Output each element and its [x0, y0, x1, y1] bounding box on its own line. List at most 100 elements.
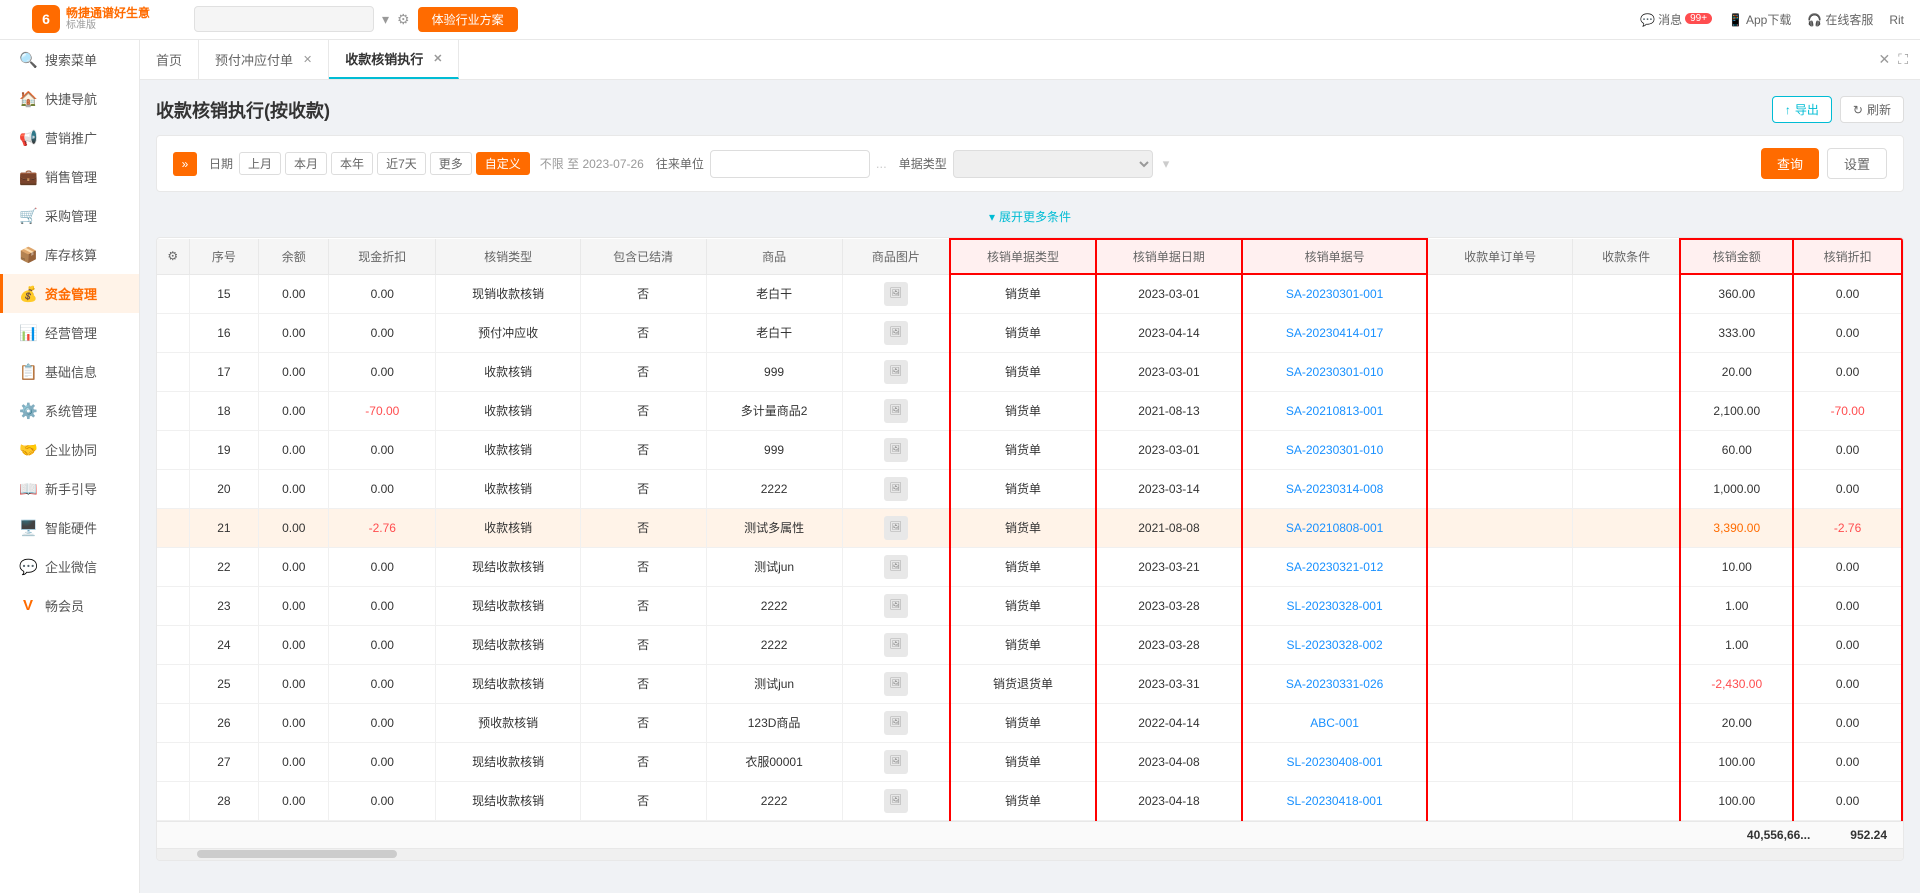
tab-collection[interactable]: 收款核销执行 ✕ — [329, 40, 459, 79]
sidebar-item-basic[interactable]: 📋 基础信息 — [0, 352, 139, 391]
query-button[interactable]: 查询 — [1761, 148, 1819, 179]
cell-verify-bill-no[interactable]: SA-20210808-001 — [1242, 508, 1427, 547]
cell-verify-bill-type: 销货单 — [950, 703, 1096, 742]
settings-icon[interactable]: ⚙ — [397, 11, 410, 28]
th-verify-discount: 核销折扣 — [1793, 239, 1902, 274]
th-verify-bill-date: 核销单据日期 — [1096, 239, 1242, 274]
cell-verify-bill-no[interactable]: SA-20230314-008 — [1242, 469, 1427, 508]
cell-verify-discount: 0.00 — [1793, 274, 1902, 313]
close-tab-icon[interactable]: ✕ — [1878, 51, 1890, 68]
cell-verify-bill-type: 销货单 — [950, 625, 1096, 664]
sidebar-item-wechat[interactable]: 💬 企业微信 — [0, 547, 139, 586]
bill-no-link[interactable]: SA-20210808-001 — [1286, 521, 1383, 535]
sidebar-item-member[interactable]: V 畅会员 — [0, 586, 139, 625]
cell-collection-condition — [1572, 703, 1680, 742]
hardware-icon: 🖥️ — [19, 519, 37, 537]
bill-no-link[interactable]: SA-20230301-001 — [1286, 287, 1383, 301]
cell-verify-bill-no[interactable]: SL-20230328-001 — [1242, 586, 1427, 625]
user-name[interactable]: Rit — [1889, 13, 1904, 27]
export-button[interactable]: ↑ 导出 — [1772, 96, 1832, 123]
cell-verify-bill-no[interactable]: SA-20210813-001 — [1242, 391, 1427, 430]
expand-more-button[interactable]: ▾ 展开更多条件 — [156, 204, 1904, 229]
refresh-button[interactable]: ↻ 刷新 — [1840, 96, 1904, 123]
filter-more[interactable]: 更多 — [430, 152, 472, 175]
tab-prepay[interactable]: 预付冲应付单 ✕ — [199, 40, 329, 79]
bill-no-link[interactable]: ABC-001 — [1310, 716, 1359, 730]
goods-thumbnail: 🖼 — [884, 438, 908, 462]
bill-no-link[interactable]: SA-20230414-017 — [1286, 326, 1383, 340]
bill-no-link[interactable]: SA-20230314-008 — [1286, 482, 1383, 496]
bill-no-link[interactable]: SL-20230328-001 — [1287, 599, 1383, 613]
cell-verify-bill-no[interactable]: SA-20230301-010 — [1242, 352, 1427, 391]
sidebar-item-quicknav[interactable]: 🏠 快捷导航 — [0, 79, 139, 118]
cell-goods-img: 🖼 — [842, 586, 950, 625]
sidebar-item-operation[interactable]: 📊 经营管理 — [0, 313, 139, 352]
cell-verify-bill-no[interactable]: ABC-001 — [1242, 703, 1427, 742]
sidebar-item-purchase[interactable]: 🛒 采购管理 — [0, 196, 139, 235]
th-verify-bill-type: 核销单据类型 — [950, 239, 1096, 274]
cell-verify-bill-no[interactable]: SA-20230321-012 — [1242, 547, 1427, 586]
basic-icon: 📋 — [19, 363, 37, 381]
filter-bill-type-select[interactable] — [953, 150, 1153, 178]
bill-no-link[interactable]: SA-20230321-012 — [1286, 560, 1383, 574]
cell-verify-bill-no[interactable]: SA-20230301-001 — [1242, 274, 1427, 313]
table-row: 20 0.00 0.00 收款核销 否 2222 🖼 销货单 2023-03-1… — [157, 469, 1902, 508]
filter-this-month[interactable]: 本月 — [285, 152, 327, 175]
table-row: 28 0.00 0.00 现结收款核销 否 2222 🖼 销货单 2023-04… — [157, 781, 1902, 820]
bill-no-link[interactable]: SL-20230418-001 — [1287, 794, 1383, 808]
cell-collection-order-no — [1427, 781, 1572, 820]
message-area[interactable]: 💬 消息 99+ — [1640, 11, 1712, 28]
tab-close-prepay[interactable]: ✕ — [303, 53, 312, 66]
tab-close-collection[interactable]: ✕ — [433, 52, 442, 65]
sidebar-item-fund[interactable]: 💰 资金管理 — [0, 274, 139, 313]
operation-icon: 📊 — [19, 324, 37, 342]
settings-button[interactable]: 设置 — [1827, 148, 1887, 179]
h-scrollbar[interactable] — [157, 848, 1903, 860]
cell-verify-bill-no[interactable]: SA-20230331-026 — [1242, 664, 1427, 703]
cell-cash-discount: 0.00 — [329, 352, 436, 391]
bill-no-link[interactable]: SA-20230331-026 — [1286, 677, 1383, 691]
sidebar-item-collab[interactable]: 🤝 企业协同 — [0, 430, 139, 469]
filter-expand-button[interactable]: » — [173, 152, 197, 176]
cell-seq: 16 — [189, 313, 259, 352]
bill-no-link[interactable]: SL-20230408-001 — [1287, 755, 1383, 769]
filter-custom[interactable]: 自定义 — [476, 152, 530, 175]
sidebar-item-sales[interactable]: 💼 销售管理 — [0, 157, 139, 196]
sidebar-item-inventory[interactable]: 📦 库存核算 — [0, 235, 139, 274]
online-service[interactable]: 🎧 在线客服 — [1807, 11, 1873, 28]
cell-verify-bill-type: 销货单 — [950, 313, 1096, 352]
cell-verify-bill-no[interactable]: SA-20230301-010 — [1242, 430, 1427, 469]
sidebar-item-marketing[interactable]: 📢 营销推广 — [0, 118, 139, 157]
sidebar-item-hardware[interactable]: 🖥️ 智能硬件 — [0, 508, 139, 547]
bill-no-link[interactable]: SL-20230328-002 — [1287, 638, 1383, 652]
filter-this-year[interactable]: 本年 — [331, 152, 373, 175]
cell-verify-bill-no[interactable]: SL-20230418-001 — [1242, 781, 1427, 820]
bill-no-link[interactable]: SA-20230301-010 — [1286, 365, 1383, 379]
h-scrollbar-thumb[interactable] — [197, 850, 397, 858]
th-settings[interactable]: ⚙ — [157, 239, 189, 274]
cell-verify-bill-no[interactable]: SL-20230328-002 — [1242, 625, 1427, 664]
maximize-icon[interactable]: ⛶ — [1898, 51, 1908, 68]
table-row: 24 0.00 0.00 现结收款核销 否 2222 🖼 销货单 2023-03… — [157, 625, 1902, 664]
filter-7days[interactable]: 近7天 — [377, 152, 426, 175]
tab-home[interactable]: 首页 — [140, 40, 199, 79]
goods-thumbnail: 🖼 — [884, 711, 908, 735]
bill-no-link[interactable]: SA-20230301-010 — [1286, 443, 1383, 457]
filter-partner-input[interactable] — [710, 150, 870, 178]
top-search-input[interactable] — [194, 6, 374, 32]
page-header: 收款核销执行(按收款) ↑ 导出 ↻ 刷新 — [156, 96, 1904, 123]
cell-verify-bill-no[interactable]: SA-20230414-017 — [1242, 313, 1427, 352]
sidebar-item-system[interactable]: ⚙️ 系统管理 — [0, 391, 139, 430]
cell-verify-discount: -70.00 — [1793, 391, 1902, 430]
sidebar-item-guide[interactable]: 📖 新手引导 — [0, 469, 139, 508]
filter-last-month[interactable]: 上月 — [239, 152, 281, 175]
app-download[interactable]: 📱 App下载 — [1728, 11, 1791, 28]
cell-verify-amount: 1.00 — [1680, 625, 1793, 664]
cell-collection-condition — [1572, 586, 1680, 625]
trial-button[interactable]: 体验行业方案 — [418, 7, 518, 32]
bill-no-link[interactable]: SA-20210813-001 — [1286, 404, 1383, 418]
cell-balance: 0.00 — [259, 352, 329, 391]
chevron-down-icon[interactable]: ▾ — [382, 11, 389, 28]
sidebar-item-search[interactable]: 🔍 搜索菜单 — [0, 40, 139, 79]
cell-verify-bill-no[interactable]: SL-20230408-001 — [1242, 742, 1427, 781]
